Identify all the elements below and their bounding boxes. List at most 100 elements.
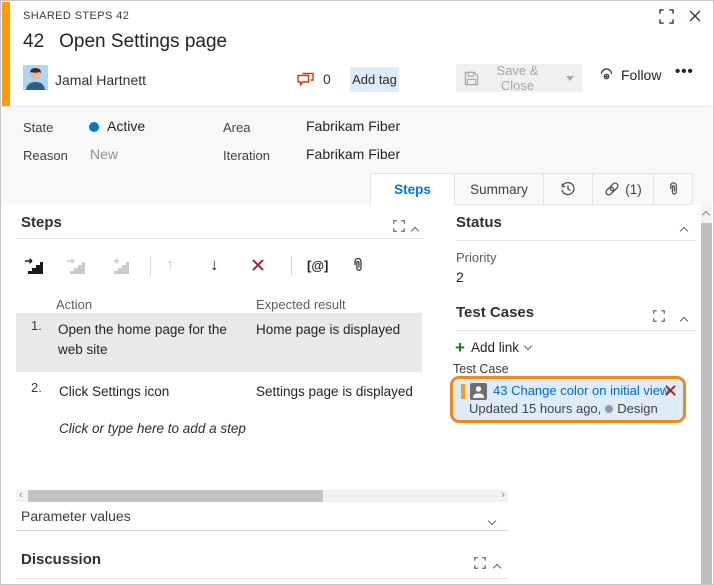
close-button[interactable] <box>687 8 703 24</box>
tab-links[interactable]: (1) <box>592 173 654 205</box>
add-step-placeholder[interactable]: Click or type here to add a step <box>59 421 246 436</box>
step-action-cell[interactable]: Open the home page for the web site <box>58 320 240 359</box>
test-cases-collapse-button[interactable] <box>679 312 689 327</box>
discussion-divider <box>16 578 508 579</box>
chevron-up-icon <box>679 316 689 326</box>
priority-value[interactable]: 2 <box>456 269 464 285</box>
step-expected-cell[interactable]: Home page is displayed <box>256 320 421 340</box>
move-step-up-button[interactable]: ↑ <box>166 255 175 275</box>
insert-shared-steps-icon <box>66 257 86 275</box>
test-cases-divider <box>456 330 696 331</box>
chevron-up-icon <box>492 563 502 573</box>
horizontal-scrollbar[interactable]: ‹ › <box>16 489 508 502</box>
steps-heading: Steps <box>21 214 62 231</box>
steps-divider <box>16 238 424 239</box>
work-item-dialog: SHARED STEPS 42 42 Open Settings page Jam… <box>0 0 714 585</box>
delete-icon <box>251 258 265 272</box>
chevron-down-icon <box>487 516 497 526</box>
insert-parameter-button[interactable]: [@] <box>307 258 328 273</box>
test-case-link[interactable]: 43 Change color on initial view <box>493 383 669 398</box>
test-case-state: Design <box>617 401 658 416</box>
paperclip-icon <box>666 181 681 197</box>
iteration-value[interactable]: Fabrikam Fiber <box>306 146 400 162</box>
fullscreen-icon <box>659 9 674 24</box>
close-icon <box>687 8 703 24</box>
parameter-values-expand-button[interactable] <box>487 512 497 527</box>
discussion-heading: Discussion <box>21 551 102 568</box>
history-icon <box>560 181 576 197</box>
step-number: 2. <box>31 380 42 395</box>
area-value[interactable]: Fabrikam Fiber <box>306 118 400 134</box>
paperclip-icon <box>350 256 366 274</box>
reason-value[interactable]: New <box>90 146 118 162</box>
discussion-fullscreen-button[interactable] <box>474 557 486 569</box>
create-shared-steps-button[interactable] <box>110 257 130 275</box>
column-header-expected: Expected result <box>256 297 346 312</box>
fullscreen-icon <box>474 557 486 569</box>
assignee-field[interactable]: Jamal Hartnett <box>55 72 146 88</box>
status-collapse-button[interactable] <box>679 222 689 237</box>
remove-link-button[interactable] <box>664 384 677 397</box>
work-item-type-color-bar <box>2 2 10 106</box>
maximize-button[interactable] <box>659 9 674 24</box>
fullscreen-icon <box>393 220 405 232</box>
discussion-collapse-button[interactable] <box>492 559 502 574</box>
comments-icon <box>296 70 315 87</box>
chevron-up-icon <box>410 226 420 236</box>
save-dropdown-caret-icon[interactable] <box>566 75 574 81</box>
tab-bar: Steps Summary (1) <box>370 173 693 206</box>
add-link-button[interactable]: + Add link <box>455 339 533 356</box>
scroll-up-icon[interactable] <box>701 210 711 220</box>
test-case-meta: Updated 15 hours ago, Design <box>469 401 658 416</box>
step-expected-cell[interactable]: Settings page is displayed <box>256 382 421 402</box>
save-close-label: Save & Close <box>496 63 539 93</box>
state-label: State <box>23 120 54 135</box>
test-cases-fullscreen-button[interactable] <box>653 310 665 322</box>
comments-count: 0 <box>323 71 331 87</box>
vertical-scrollbar-thumb[interactable] <box>701 223 712 584</box>
follow-button[interactable]: Follow <box>598 67 661 83</box>
add-tag-button[interactable]: Add tag <box>350 67 399 92</box>
state-dot-icon <box>89 122 99 132</box>
steps-fullscreen-button[interactable] <box>393 220 405 232</box>
tab-summary[interactable]: Summary <box>454 173 544 205</box>
follow-label: Follow <box>621 67 662 83</box>
scroll-right-icon[interactable]: › <box>501 489 505 501</box>
updated-text: Updated 15 hours ago, <box>469 401 602 416</box>
scroll-left-icon[interactable]: ‹ <box>19 489 23 501</box>
step-action-cell[interactable]: Click Settings icon <box>59 382 241 402</box>
state-dot-icon <box>605 404 614 413</box>
work-item-type-label: SHARED STEPS 42 <box>23 10 130 22</box>
links-icon <box>604 181 620 197</box>
test-case-card-highlighted[interactable]: 43 Change color on initial view Updated … <box>450 376 686 423</box>
follow-icon <box>598 67 615 83</box>
horizontal-scrollbar-thumb[interactable] <box>28 490 323 502</box>
title-text: Open Settings page <box>59 31 228 52</box>
assignee-avatar <box>23 65 48 90</box>
insert-shared-steps-button[interactable] <box>66 257 86 275</box>
create-shared-steps-icon <box>110 257 130 275</box>
move-step-down-button[interactable]: ↓ <box>210 255 219 275</box>
fullscreen-icon <box>653 310 665 322</box>
tab-steps[interactable]: Steps <box>370 173 455 206</box>
state-value[interactable]: Active <box>107 118 145 134</box>
work-item-title[interactable]: 42 Open Settings page <box>23 31 227 53</box>
chevron-down-icon <box>523 341 533 351</box>
test-case-list-label: Test Case <box>453 362 509 376</box>
more-actions-button[interactable]: ••• <box>675 63 694 80</box>
tab-attachments[interactable] <box>653 173 693 205</box>
delete-step-button[interactable] <box>251 258 265 272</box>
vertical-scrollbar[interactable] <box>701 204 712 584</box>
discussion-count-button[interactable] <box>296 70 315 87</box>
attach-to-step-button[interactable] <box>350 256 366 274</box>
test-case-type-color-bar <box>461 384 465 399</box>
save-and-close-button[interactable]: Save & Close <box>456 63 582 93</box>
steps-collapse-button[interactable] <box>410 222 420 237</box>
status-heading: Status <box>456 214 502 231</box>
tab-history[interactable] <box>543 173 593 205</box>
insert-step-button[interactable] <box>24 257 44 275</box>
chevron-up-icon <box>679 226 689 236</box>
parameter-values-label: Parameter values <box>21 508 131 524</box>
test-case-avatar-icon <box>470 383 487 400</box>
links-count: (1) <box>625 181 642 197</box>
